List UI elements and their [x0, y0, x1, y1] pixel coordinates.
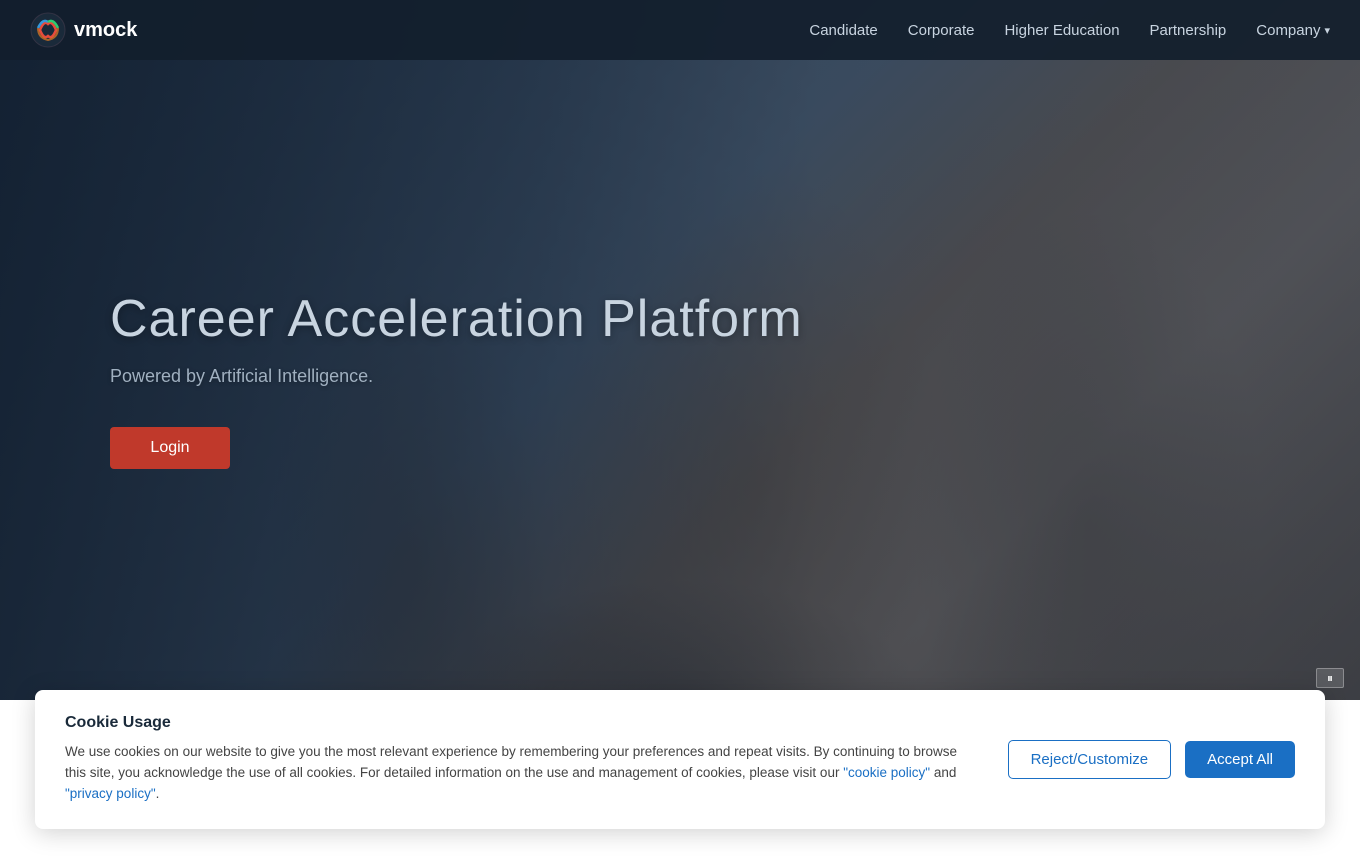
- accept-all-button[interactable]: Accept All: [1185, 741, 1295, 778]
- nav-company-label: Company: [1256, 22, 1320, 39]
- pause-button[interactable]: ⏸: [1316, 668, 1344, 688]
- hero-section: Career Acceleration Platform Powered by …: [0, 0, 1360, 700]
- reject-customize-button[interactable]: Reject/Customize: [1008, 740, 1172, 779]
- hero-subtitle: Powered by Artificial Intelligence.: [110, 366, 1360, 387]
- nav-partnership[interactable]: Partnership: [1150, 22, 1227, 39]
- cookie-policy-link[interactable]: "cookie policy": [843, 765, 930, 780]
- cookie-body-text-1: We use cookies on our website to give yo…: [65, 744, 957, 780]
- cookie-title: Cookie Usage: [65, 714, 968, 732]
- nav-corporate[interactable]: Corporate: [908, 22, 975, 39]
- cookie-banner: Cookie Usage We use cookies on our websi…: [35, 690, 1325, 829]
- logo[interactable]: vmock: [30, 12, 137, 48]
- hero-title: Career Acceleration Platform: [110, 291, 1360, 348]
- nav-company[interactable]: Company ▾: [1256, 22, 1330, 39]
- privacy-policy-link[interactable]: "privacy policy": [65, 786, 156, 801]
- pause-icon: ⏸: [1327, 671, 1333, 686]
- login-button[interactable]: Login: [110, 427, 230, 469]
- cookie-actions: Reject/Customize Accept All: [1008, 740, 1295, 779]
- chevron-down-icon: ▾: [1324, 24, 1330, 37]
- nav-higher-education[interactable]: Higher Education: [1004, 22, 1119, 39]
- logo-text: vmock: [74, 19, 137, 42]
- cookie-period: .: [156, 786, 160, 801]
- hero-content: Career Acceleration Platform Powered by …: [0, 0, 1360, 700]
- cookie-body: We use cookies on our website to give yo…: [65, 742, 968, 805]
- logo-icon: [30, 12, 66, 48]
- cookie-text-area: Cookie Usage We use cookies on our websi…: [65, 714, 968, 805]
- navbar: vmock Candidate Corporate Higher Educati…: [0, 0, 1360, 60]
- cookie-and-text: and: [930, 765, 956, 780]
- nav-candidate[interactable]: Candidate: [809, 22, 877, 39]
- navbar-links: Candidate Corporate Higher Education Par…: [809, 22, 1330, 39]
